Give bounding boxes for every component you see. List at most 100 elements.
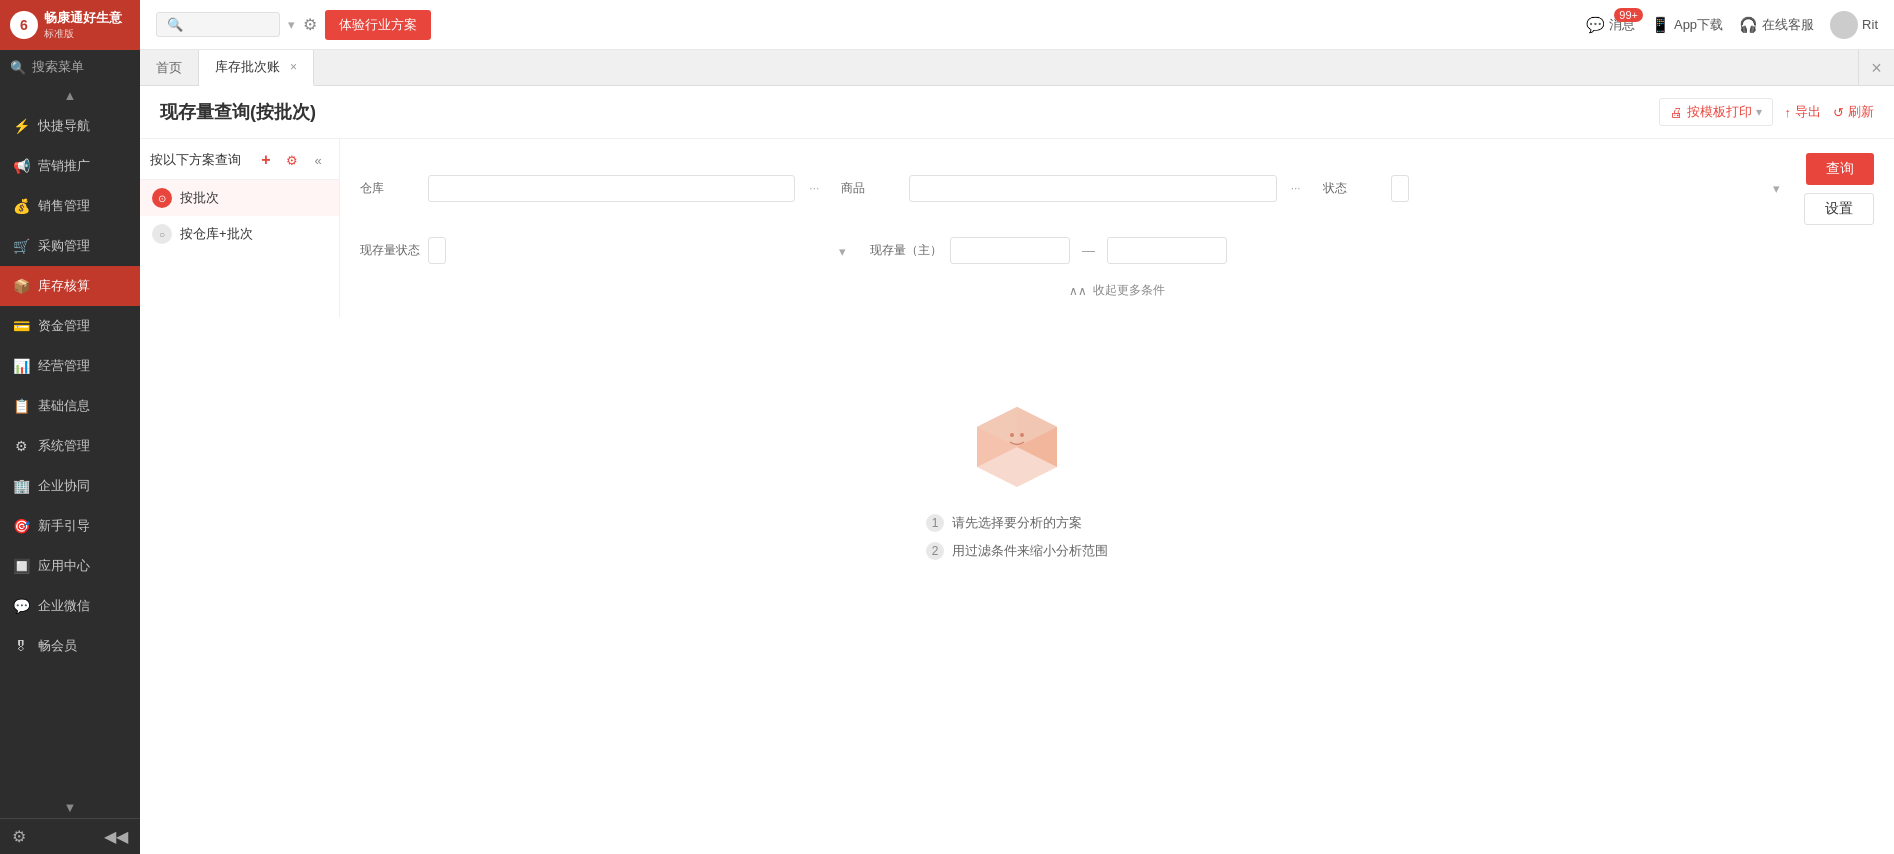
warehouse-more-btn[interactable]: ··· bbox=[803, 177, 825, 199]
scheme-item-warehouse-batch[interactable]: ○ 按仓库+批次 bbox=[140, 216, 339, 252]
sidebar: 6 畅康通好生意 标准版 🔍 搜索菜单 ▲ ⚡ 快捷导航 📢 营销推广 💰 销售… bbox=[0, 0, 140, 854]
stock-status-select[interactable] bbox=[428, 237, 446, 264]
export-label: 导出 bbox=[1795, 103, 1821, 121]
sidebar-scroll-down[interactable]: ▼ bbox=[0, 796, 140, 818]
stock-qty-to-input[interactable] bbox=[1107, 237, 1227, 264]
scheme-panel-header: 按以下方案查询 + ⚙ « bbox=[140, 149, 339, 180]
topbar-search-input[interactable] bbox=[189, 18, 269, 32]
scheme-panel: 按以下方案查询 + ⚙ « ⊙ bbox=[140, 139, 340, 317]
newbie-icon: 🎯 bbox=[12, 517, 30, 535]
filter-settings-btn[interactable]: 设置 bbox=[1804, 193, 1874, 225]
stock-qty-from-input[interactable] bbox=[950, 237, 1070, 264]
export-btn[interactable]: ↑ 导出 bbox=[1785, 103, 1822, 121]
app-version: 标准版 bbox=[44, 27, 122, 40]
sidebar-settings-icon[interactable]: ⚙ bbox=[12, 827, 26, 846]
close-all-tabs-btn[interactable]: × bbox=[1858, 50, 1894, 86]
sidebar-item-basic[interactable]: 📋 基础信息 bbox=[0, 386, 140, 426]
messages-badge: 99+ bbox=[1614, 8, 1643, 22]
scheme-warehouse-label: 按仓库+批次 bbox=[180, 225, 253, 243]
filter-form: 仓库 ··· 商品 ··· 状态 bbox=[340, 139, 1894, 317]
operation-icon: 📊 bbox=[12, 357, 30, 375]
sidebar-item-marketing[interactable]: 📢 营销推广 bbox=[0, 146, 140, 186]
goods-more-btn[interactable]: ··· bbox=[1285, 177, 1307, 199]
hint-2: 2 用过滤条件来缩小分析范围 bbox=[926, 542, 1108, 560]
sidebar-item-operation[interactable]: 📊 经营管理 bbox=[0, 346, 140, 386]
online-service-btn[interactable]: 🎧 在线客服 bbox=[1739, 16, 1814, 34]
goods-input[interactable] bbox=[909, 175, 1276, 202]
member-icon: 🎖 bbox=[12, 637, 30, 655]
app-name: 畅康通好生意 bbox=[44, 10, 122, 27]
hint-2-text: 用过滤条件来缩小分析范围 bbox=[952, 542, 1108, 560]
topbar-left: 🔍 ▾ ⚙ 体验行业方案 bbox=[156, 10, 1574, 40]
scheme-add-btn[interactable]: + bbox=[255, 149, 277, 171]
search-icon: 🔍 bbox=[167, 17, 183, 32]
print-icon: 🖨 bbox=[1670, 105, 1683, 120]
sidebar-collapse-icon[interactable]: ◀◀ bbox=[104, 827, 128, 846]
tab-inventory-batch-label: 库存批次账 bbox=[215, 58, 280, 76]
sidebar-item-label: 系统管理 bbox=[38, 437, 90, 455]
template-print-btn[interactable]: 🖨 按模板打印 ▾ bbox=[1659, 98, 1773, 126]
wechat-icon: 💬 bbox=[12, 597, 30, 615]
tab-close-icon[interactable]: × bbox=[290, 60, 297, 74]
status-select[interactable] bbox=[1391, 175, 1409, 202]
sidebar-item-label: 库存核算 bbox=[38, 277, 90, 295]
sidebar-item-quick-nav[interactable]: ⚡ 快捷导航 bbox=[0, 106, 140, 146]
filter-collapse-btn[interactable]: ∧∧ 收起更多条件 bbox=[360, 276, 1874, 305]
messages-btn[interactable]: 💬 消息 99+ bbox=[1586, 16, 1635, 34]
sidebar-item-app-center[interactable]: 🔲 应用中心 bbox=[0, 546, 140, 586]
warehouse-input[interactable] bbox=[428, 175, 795, 202]
scheme-batch-label: 按批次 bbox=[180, 189, 219, 207]
sidebar-item-finance[interactable]: 💳 资金管理 bbox=[0, 306, 140, 346]
sidebar-search[interactable]: 🔍 搜索菜单 bbox=[0, 50, 140, 84]
app-download-icon: 📱 bbox=[1651, 16, 1670, 34]
sidebar-item-wechat[interactable]: 💬 企业微信 bbox=[0, 586, 140, 626]
hint-1-num: 1 bbox=[926, 514, 944, 532]
scheme-settings-btn[interactable]: ⚙ bbox=[281, 149, 303, 171]
experience-btn[interactable]: 体验行业方案 bbox=[325, 10, 431, 40]
scheme-warehouse-icon: ○ bbox=[152, 224, 172, 244]
sales-icon: 💰 bbox=[12, 197, 30, 215]
dropdown-icon[interactable]: ▾ bbox=[288, 17, 295, 32]
hint-1-text: 请先选择要分析的方案 bbox=[952, 514, 1082, 532]
page-header: 现存量查询(按批次) 🖨 按模板打印 ▾ ↑ 导出 ↺ 刷新 bbox=[140, 86, 1894, 139]
print-dropdown-icon[interactable]: ▾ bbox=[1756, 105, 1762, 119]
status-label: 状态 bbox=[1323, 180, 1383, 197]
empty-box-svg bbox=[957, 377, 1077, 487]
purchase-icon: 🛒 bbox=[12, 237, 30, 255]
sidebar-item-label: 畅会员 bbox=[38, 637, 77, 655]
refresh-btn[interactable]: ↺ 刷新 bbox=[1833, 103, 1874, 121]
sidebar-item-enterprise[interactable]: 🏢 企业协同 bbox=[0, 466, 140, 506]
user-menu-btn[interactable]: Rit bbox=[1830, 11, 1878, 39]
app-title-group: 畅康通好生意 标准版 bbox=[44, 10, 122, 40]
marketing-icon: 📢 bbox=[12, 157, 30, 175]
tabbar: 首页 库存批次账 × × bbox=[140, 50, 1894, 86]
scheme-collapse-btn[interactable]: « bbox=[307, 149, 329, 171]
query-btn[interactable]: 查询 bbox=[1806, 153, 1874, 185]
topbar-search-box[interactable]: 🔍 bbox=[156, 12, 280, 37]
sidebar-item-label: 经营管理 bbox=[38, 357, 90, 375]
scheme-item-batch[interactable]: ⊙ 按批次 bbox=[140, 180, 339, 216]
app-download-label: App下载 bbox=[1674, 16, 1723, 34]
app-download-btn[interactable]: 📱 App下载 bbox=[1651, 16, 1723, 34]
quick-nav-icon: ⚡ bbox=[12, 117, 30, 135]
sidebar-item-newbie[interactable]: 🎯 新手引导 bbox=[0, 506, 140, 546]
tab-home[interactable]: 首页 bbox=[140, 50, 199, 86]
topbar-settings-icon[interactable]: ⚙ bbox=[303, 15, 317, 34]
scheme-panel-actions: + ⚙ « bbox=[255, 149, 329, 171]
page-actions: 🖨 按模板打印 ▾ ↑ 导出 ↺ 刷新 bbox=[1659, 98, 1875, 126]
search-label: 搜索菜单 bbox=[32, 58, 84, 76]
sidebar-item-label: 营销推广 bbox=[38, 157, 90, 175]
tab-home-label: 首页 bbox=[156, 59, 182, 77]
search-icon: 🔍 bbox=[10, 60, 26, 75]
sidebar-item-member[interactable]: 🎖 畅会员 bbox=[0, 626, 140, 666]
sidebar-item-label: 采购管理 bbox=[38, 237, 90, 255]
sidebar-item-sales[interactable]: 💰 销售管理 bbox=[0, 186, 140, 226]
sidebar-item-inventory[interactable]: 📦 库存核算 bbox=[0, 266, 140, 306]
sidebar-item-label: 销售管理 bbox=[38, 197, 90, 215]
filter-goods-field: 商品 ··· bbox=[841, 175, 1306, 202]
sidebar-scroll-up[interactable]: ▲ bbox=[0, 84, 140, 106]
tab-inventory-batch[interactable]: 库存批次账 × bbox=[199, 50, 314, 86]
empty-hints: 1 请先选择要分析的方案 2 用过滤条件来缩小分析范围 bbox=[926, 514, 1108, 560]
sidebar-item-system[interactable]: ⚙ 系统管理 bbox=[0, 426, 140, 466]
sidebar-item-purchase[interactable]: 🛒 采购管理 bbox=[0, 226, 140, 266]
